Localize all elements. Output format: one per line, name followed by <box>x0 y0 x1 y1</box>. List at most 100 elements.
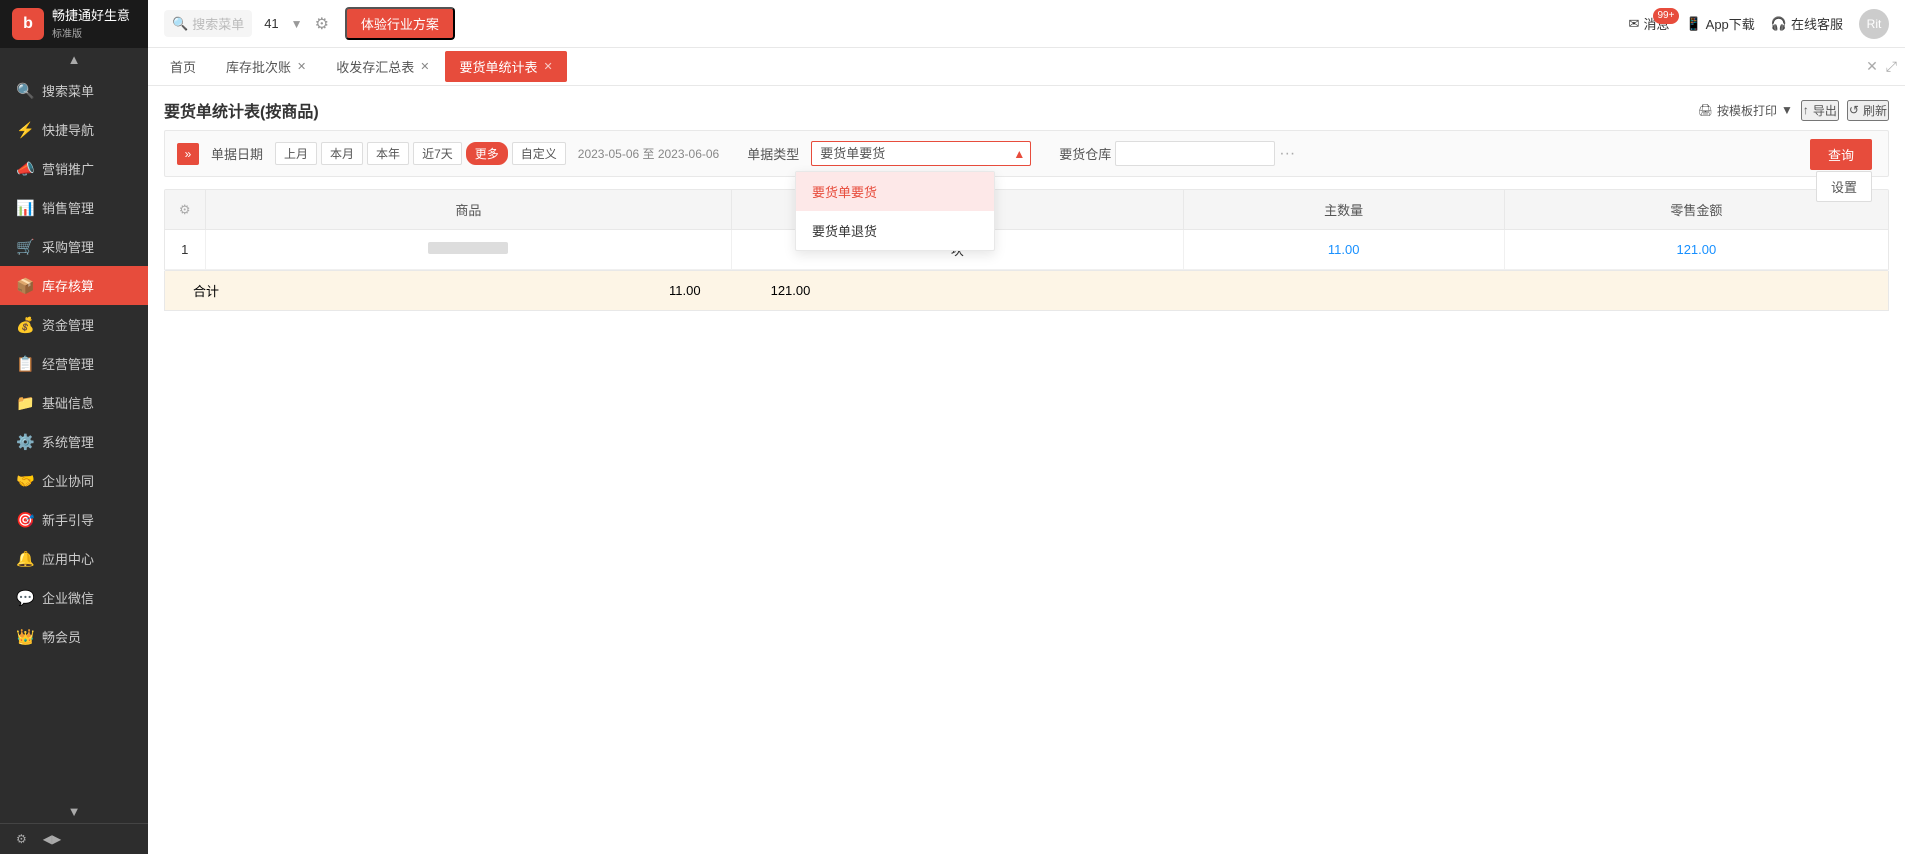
filter-area: » 单据日期 上月 本月 本年 近7天 更多 自定义 2023-05-06 至 … <box>164 130 1889 177</box>
topbar-dropdown-icon[interactable]: ▼ <box>291 17 303 31</box>
tab-receivables-close[interactable]: ✕ <box>420 60 429 73</box>
service-label: 在线客服 <box>1791 14 1843 33</box>
megaphone-icon: 📣 <box>16 160 34 178</box>
sidebar-label-finance: 资金管理 <box>42 315 94 334</box>
more-filters-icon[interactable]: ··· <box>1279 145 1295 163</box>
message-icon: ✉ <box>1629 16 1640 32</box>
sidebar-item-collab[interactable]: 🤝 企业协同 <box>0 461 148 500</box>
sidebar-label-marketing: 营销推广 <box>42 159 94 178</box>
refresh-button[interactable]: ↺ 刷新 <box>1847 100 1889 121</box>
type-select[interactable]: 要货单要货 要货单退货 <box>811 141 1031 166</box>
export-button[interactable]: ↑ 导出 <box>1801 100 1839 121</box>
summary-qty: 11.00 <box>669 283 701 298</box>
cell-seq: 1 <box>165 230 205 270</box>
filter-expand-button[interactable]: » <box>177 143 199 165</box>
sidebar-label-collab: 企业协同 <box>42 471 94 490</box>
bell-icon: 🔔 <box>16 550 34 568</box>
sidebar-item-sales[interactable]: 📊 销售管理 <box>0 188 148 227</box>
date-this-year[interactable]: 本年 <box>367 142 409 165</box>
settings-set-button[interactable]: 设置 <box>1816 171 1872 202</box>
avatar[interactable]: Rit <box>1859 9 1889 39</box>
tab-home[interactable]: 首页 <box>156 51 210 82</box>
trial-button[interactable]: 体验行业方案 <box>345 7 455 40</box>
sidebar-label-business: 经营管理 <box>42 354 94 373</box>
warehouse-input[interactable] <box>1115 141 1275 166</box>
sidebar-item-system[interactable]: ⚙️ 系统管理 <box>0 422 148 461</box>
collapse-button[interactable]: ◀▶ <box>43 832 61 846</box>
sidebar-label-basic: 基础信息 <box>42 393 94 412</box>
tab-receivables[interactable]: 收发存汇总表 ✕ <box>322 51 443 82</box>
sidebar-item-inventory[interactable]: 📦 库存核算 <box>0 266 148 305</box>
sidebar-nav: 🔍 搜索菜单 ⚡ 快捷导航 📣 营销推广 📊 销售管理 🛒 采购管理 📦 库存核… <box>0 71 148 800</box>
app-name: 畅捷通好生意 <box>52 8 130 25</box>
printer-icon: 🖨 <box>1698 103 1713 117</box>
tab-order-stats-close[interactable]: ✕ <box>544 60 553 73</box>
tab-inventory-batch-close[interactable]: ✕ <box>297 60 306 73</box>
tab-close-all[interactable]: ✕ <box>1866 58 1878 75</box>
tab-expand[interactable]: ⤢ <box>1886 58 1897 75</box>
sidebar-item-basic[interactable]: 📁 基础信息 <box>0 383 148 422</box>
headset-icon: 🎧 <box>1771 16 1787 32</box>
date-more[interactable]: 更多 <box>466 142 508 165</box>
date-last-month[interactable]: 上月 <box>275 142 317 165</box>
date-label: 单据日期 <box>211 144 263 163</box>
date-custom[interactable]: 自定义 <box>512 142 566 165</box>
sidebar-label-appstore: 应用中心 <box>42 549 94 568</box>
sidebar-scroll-down[interactable]: ▼ <box>0 800 148 823</box>
sidebar-item-finance[interactable]: 💰 资金管理 <box>0 305 148 344</box>
sidebar-label-purchase: 采购管理 <box>42 237 94 256</box>
flash-icon: ⚡ <box>16 121 34 139</box>
topbar-right: ✉ 消息 99+ 📱 App下载 🎧 在线客服 Rit <box>1629 9 1889 39</box>
date-last-7days[interactable]: 近7天 <box>413 142 462 165</box>
type-dropdown-container: 要货单要货 要货单退货 <box>795 171 995 251</box>
sidebar-item-guide[interactable]: 🎯 新手引导 <box>0 500 148 539</box>
date-range-display: 2023-05-06 至 2023-06-06 <box>578 145 719 162</box>
sidebar-label-vip: 畅会员 <box>42 627 81 646</box>
page-header: 要货单统计表(按商品) 🖨 按模板打印 ▼ ↑ 导出 ↺ 刷新 <box>148 86 1905 130</box>
sidebar-item-vip[interactable]: 👑 畅会员 <box>0 617 148 656</box>
col-settings[interactable]: ⚙ <box>165 190 205 230</box>
sidebar-label-system: 系统管理 <box>42 432 94 451</box>
summary-row: 合计 11.00 121.00 <box>164 271 1889 311</box>
service-button[interactable]: 🎧 在线客服 <box>1771 14 1843 33</box>
app-download-button[interactable]: 📱 App下载 <box>1685 14 1754 33</box>
tab-order-stats-label: 要货单统计表 <box>459 57 537 76</box>
sidebar-item-appstore[interactable]: 🔔 应用中心 <box>0 539 148 578</box>
topbar-search-box[interactable]: 🔍 搜索菜单 <box>164 10 252 37</box>
logo-text-block: 畅捷通好生意 标准版 <box>52 8 130 40</box>
tab-inventory-batch[interactable]: 库存批次账 ✕ <box>212 51 320 82</box>
date-this-month[interactable]: 本月 <box>321 142 363 165</box>
cell-qty[interactable]: 11.00 <box>1183 230 1504 270</box>
sidebar-item-marketing[interactable]: 📣 营销推广 <box>0 149 148 188</box>
sidebar-label-sales: 销售管理 <box>42 198 94 217</box>
topbar-number: 41 <box>264 16 278 31</box>
settings-button[interactable]: ⚙ <box>16 832 27 846</box>
query-button[interactable]: 查询 <box>1810 139 1872 170</box>
tab-order-stats[interactable]: 要货单统计表 ✕ <box>445 51 566 82</box>
type-dropdown-menu: 要货单要货 要货单退货 <box>795 171 995 251</box>
warehouse-filter: 要货仓库 ··· <box>1059 141 1295 166</box>
sidebar-label-guide: 新手引导 <box>42 510 94 529</box>
cell-amount[interactable]: 121.00 <box>1504 230 1888 270</box>
page-title: 要货单统计表(按商品) <box>164 98 319 122</box>
dropdown-item-return[interactable]: 要货单退货 <box>796 211 994 250</box>
sidebar-item-search[interactable]: 🔍 搜索菜单 <box>0 71 148 110</box>
tabbar-right: ✕ ⤢ <box>1866 58 1897 75</box>
template-dropdown-icon[interactable]: ▼ <box>1781 103 1793 117</box>
dropdown-item-order[interactable]: 要货单要货 <box>796 172 994 211</box>
search-icon: 🔍 <box>16 82 34 100</box>
sidebar-scroll-up[interactable]: ▲ <box>0 48 148 71</box>
crown-icon: 👑 <box>16 628 34 646</box>
sidebar-item-purchase[interactable]: 🛒 采购管理 <box>0 227 148 266</box>
sidebar-item-business[interactable]: 📋 经营管理 <box>0 344 148 383</box>
sidebar-item-wechat[interactable]: 💬 企业微信 <box>0 578 148 617</box>
template-print-button[interactable]: 🖨 按模板打印 ▼ <box>1698 102 1793 119</box>
summary-label: 合计 <box>193 281 219 300</box>
sidebar-item-quicknav[interactable]: ⚡ 快捷导航 <box>0 110 148 149</box>
avatar-initials: Rit <box>1867 17 1882 31</box>
messages-button[interactable]: ✉ 消息 99+ <box>1629 14 1670 33</box>
warehouse-label: 要货仓库 <box>1059 144 1111 163</box>
filter-row: » 单据日期 上月 本月 本年 近7天 更多 自定义 2023-05-06 至 … <box>177 141 1876 166</box>
topbar-gear-icon[interactable]: ⚙ <box>315 14 329 34</box>
sidebar-label-wechat: 企业微信 <box>42 588 94 607</box>
